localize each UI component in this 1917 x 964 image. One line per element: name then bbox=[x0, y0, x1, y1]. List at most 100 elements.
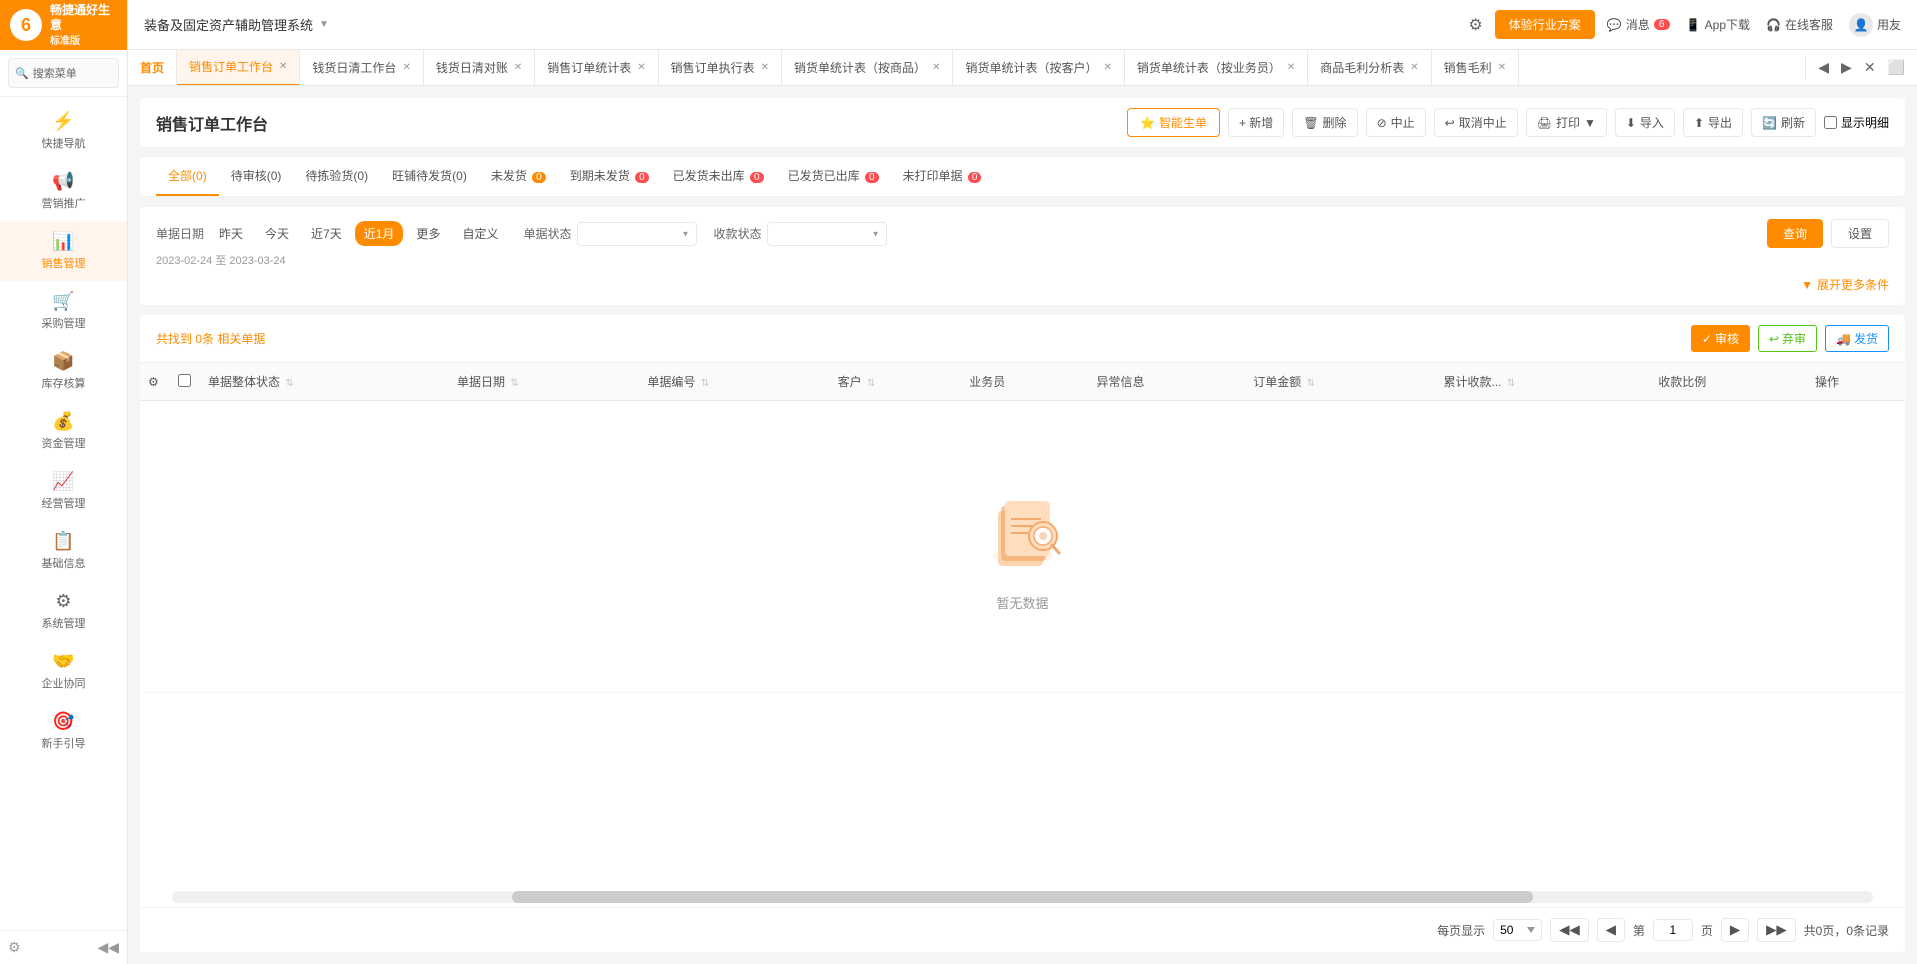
date-btn-today[interactable]: 今天 bbox=[256, 221, 298, 246]
tab-maximize-button[interactable]: ⬜ bbox=[1884, 55, 1909, 80]
show-details-checkbox-label[interactable]: 显示明细 bbox=[1824, 114, 1889, 131]
tab-close-sales-order-workbench[interactable]: ✕ bbox=[279, 61, 287, 72]
date-btn-1month[interactable]: 近1月 bbox=[355, 221, 404, 246]
stop-button[interactable]: ⊘ 中止 bbox=[1366, 108, 1426, 137]
page-number-input[interactable] bbox=[1653, 919, 1693, 941]
tab-sales-stats-product[interactable]: 销货单统计表（按商品） ✕ bbox=[782, 50, 953, 86]
tab-close-gross-margin[interactable]: ✕ bbox=[1410, 62, 1418, 73]
sidebar-item-purchase[interactable]: 🛒 采购管理 bbox=[0, 281, 127, 341]
settings-footer-button[interactable]: ⚙ bbox=[8, 939, 21, 956]
app-download-button[interactable]: 📱 App下载 bbox=[1686, 16, 1750, 33]
page-title: 销售订单工作台 bbox=[156, 111, 268, 135]
empty-text: 暂无数据 bbox=[996, 593, 1048, 612]
date-btn-custom[interactable]: 自定义 bbox=[453, 221, 507, 246]
sub-tab-pending-review[interactable]: 待审核(0) bbox=[219, 157, 294, 196]
sub-tab-not-shipped[interactable]: 未发货 0 bbox=[479, 157, 558, 196]
ship-button[interactable]: 🚚 发货 bbox=[1825, 325, 1889, 352]
table-header: ⚙ 单据整体状态 ⇅ 单据日期 ⇅ bbox=[140, 363, 1905, 401]
tab-close-all-button[interactable]: ✕ bbox=[1860, 55, 1880, 80]
col-ops: 操作 bbox=[1807, 363, 1905, 401]
logo-icon: 6 bbox=[10, 9, 42, 41]
prev-page-button[interactable]: ◀ bbox=[1597, 918, 1625, 942]
online-service-button[interactable]: 🎧 在线客服 bbox=[1766, 16, 1833, 33]
payment-select[interactable] bbox=[767, 222, 887, 246]
tab-cash-daily-workbench[interactable]: 钱货日清工作台 ✕ bbox=[300, 50, 423, 86]
status-select[interactable] bbox=[577, 222, 697, 246]
tab-close-sales-stats-customer[interactable]: ✕ bbox=[1103, 62, 1111, 73]
sidebar-item-guide[interactable]: 🎯 新手引导 bbox=[0, 701, 127, 761]
date-btn-yesterday[interactable]: 昨天 bbox=[210, 221, 252, 246]
tab-sales-order-exec[interactable]: 销售订单执行表 ✕ bbox=[659, 50, 782, 86]
cancel-review-button[interactable]: ↩ 弃审 bbox=[1758, 325, 1817, 352]
tab-close-cash-reconcile[interactable]: ✕ bbox=[514, 62, 522, 73]
phone-icon: 📱 bbox=[1686, 18, 1701, 32]
col-exception: 异常信息 bbox=[1089, 363, 1246, 401]
sub-tab-overdue-not-shipped[interactable]: 到期未发货 0 bbox=[558, 157, 661, 196]
tab-close-sales-stats-staff[interactable]: ✕ bbox=[1287, 62, 1295, 73]
sub-tab-all[interactable]: 全部(0) bbox=[156, 157, 219, 196]
overdue-badge: 0 bbox=[635, 172, 649, 183]
refresh-button[interactable]: 🔄 刷新 bbox=[1751, 108, 1816, 137]
next-page-button[interactable]: ▶ bbox=[1721, 918, 1749, 942]
last-page-button[interactable]: ▶▶ bbox=[1757, 918, 1796, 942]
tab-cash-reconcile[interactable]: 钱货日清对账 ✕ bbox=[424, 50, 535, 86]
tab-next-button[interactable]: ▶ bbox=[1837, 55, 1856, 80]
filter-row: 单据日期 昨天 今天 近7天 近1月 更多 自定义 单据状态 bbox=[156, 219, 1889, 248]
select-all-checkbox[interactable] bbox=[178, 374, 191, 387]
tab-close-sales-profit[interactable]: ✕ bbox=[1498, 62, 1506, 73]
tab-sales-profit[interactable]: 销售毛利 ✕ bbox=[1432, 50, 1519, 86]
query-button[interactable]: 查询 bbox=[1767, 219, 1823, 248]
tab-close-cash-daily[interactable]: ✕ bbox=[402, 62, 410, 73]
sidebar-item-finance[interactable]: 💰 资金管理 bbox=[0, 401, 127, 461]
purchase-icon: 🛒 bbox=[52, 291, 74, 312]
date-btn-more[interactable]: 更多 bbox=[407, 221, 449, 246]
tab-home[interactable]: 首页 bbox=[128, 50, 177, 86]
tab-sales-order-stats[interactable]: 销售订单统计表 ✕ bbox=[535, 50, 658, 86]
first-page-button[interactable]: ◀◀ bbox=[1550, 918, 1589, 942]
date-btn-7days[interactable]: 近7天 bbox=[302, 221, 351, 246]
tab-sales-stats-customer[interactable]: 销货单统计表（按客户） ✕ bbox=[953, 50, 1124, 86]
sidebar-item-basic-info[interactable]: 📋 基础信息 bbox=[0, 521, 127, 581]
sub-tab-pending-check[interactable]: 待拣验货(0) bbox=[293, 157, 380, 196]
orders-table: ⚙ 单据整体状态 ⇅ 单据日期 ⇅ bbox=[140, 363, 1905, 693]
tab-sales-order-workbench[interactable]: 销售订单工作台 ✕ bbox=[177, 50, 300, 86]
export-button[interactable]: ⬆ 导出 bbox=[1683, 108, 1743, 137]
show-details-checkbox[interactable] bbox=[1824, 116, 1837, 129]
filter-settings-button[interactable]: 设置 bbox=[1831, 219, 1889, 248]
sidebar-item-sales[interactable]: 📊 销售管理 bbox=[0, 221, 127, 281]
cancel-stop-button[interactable]: ↩ 取消中止 bbox=[1434, 108, 1518, 137]
expand-filter-button[interactable]: ▼ 展开更多条件 bbox=[1801, 276, 1889, 293]
sub-tab-shipped-warehoused[interactable]: 已发货已出库 0 bbox=[776, 157, 891, 196]
tab-close-sales-order-exec[interactable]: ✕ bbox=[761, 62, 769, 73]
sub-tab-not-printed[interactable]: 未打印单据 0 bbox=[891, 157, 994, 196]
print-button[interactable]: 🖨 打印 ▼ bbox=[1526, 108, 1607, 137]
page-size-select[interactable]: 10 20 50 100 bbox=[1493, 919, 1542, 941]
search-menu-button[interactable]: 🔍 搜索菜单 bbox=[8, 58, 119, 88]
tab-close-sales-stats-product[interactable]: ✕ bbox=[932, 62, 940, 73]
tab-sales-stats-staff[interactable]: 销货单统计表（按业务员） ✕ bbox=[1125, 50, 1308, 86]
topbar-settings-button[interactable]: ⚙ bbox=[1468, 15, 1482, 35]
sidebar-item-system[interactable]: ⚙ 系统管理 bbox=[0, 581, 127, 641]
delete-button[interactable]: 🗑 删除 bbox=[1292, 108, 1357, 137]
sub-tab-wangpu-pending[interactable]: 旺铺待发货(0) bbox=[380, 157, 479, 196]
sidebar-item-enterprise[interactable]: 🤝 企业协同 bbox=[0, 641, 127, 701]
collapse-sidebar-button[interactable]: ◀◀ bbox=[97, 939, 119, 956]
content-area: 销售订单工作台 ⭐ 智能生单 + 新增 🗑 删除 ⊘ 中止 ↩ bbox=[128, 86, 1917, 964]
tab-close-sales-order-stats[interactable]: ✕ bbox=[637, 62, 645, 73]
tab-prev-button[interactable]: ◀ bbox=[1814, 55, 1833, 80]
sidebar-item-operations[interactable]: 📈 经营管理 bbox=[0, 461, 127, 521]
add-button[interactable]: + 新增 bbox=[1228, 108, 1284, 137]
message-button[interactable]: 💬 消息 6 bbox=[1607, 16, 1670, 33]
solution-button[interactable]: 体验行业方案 bbox=[1495, 10, 1595, 39]
import-button[interactable]: ⬇ 导入 bbox=[1615, 108, 1675, 137]
review-button[interactable]: ✓ 审核 bbox=[1691, 325, 1750, 352]
user-menu-button[interactable]: 👤 用友 bbox=[1849, 13, 1901, 37]
sidebar-item-quick-nav[interactable]: ⚡ 快捷导航 bbox=[0, 101, 127, 161]
smart-generate-button[interactable]: ⭐ 智能生单 bbox=[1127, 108, 1220, 137]
sidebar-item-inventory[interactable]: 📦 库存核算 bbox=[0, 341, 127, 401]
sub-tab-shipped-not-warehoused[interactable]: 已发货未出库 0 bbox=[661, 157, 776, 196]
payment-select-wrap bbox=[767, 222, 887, 246]
sidebar-item-marketing[interactable]: 📢 营销推广 bbox=[0, 161, 127, 221]
scrollbar-thumb[interactable] bbox=[512, 891, 1533, 903]
tab-gross-margin[interactable]: 商品毛利分析表 ✕ bbox=[1308, 50, 1431, 86]
